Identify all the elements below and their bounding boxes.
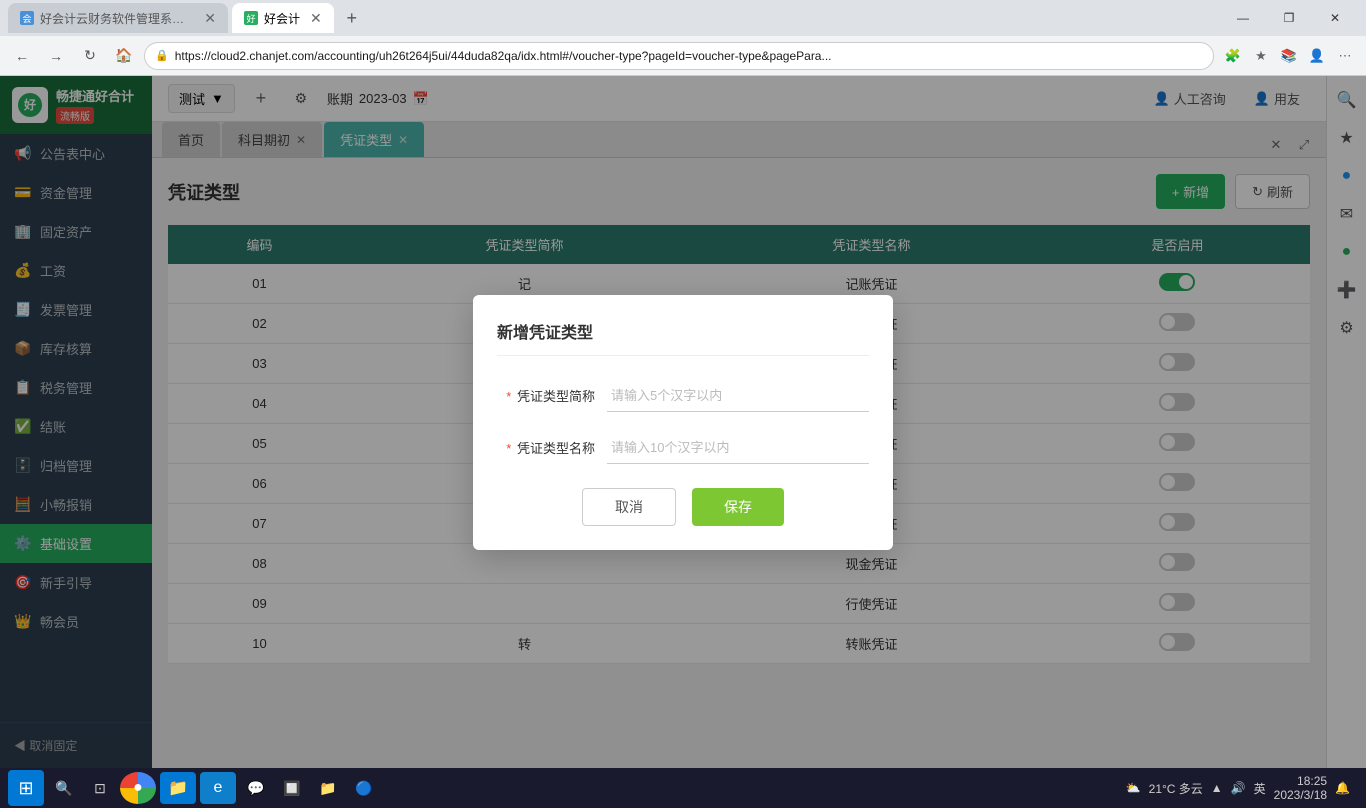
taskbar-chrome[interactable]: ● — [120, 772, 156, 804]
new-tab-button[interactable]: + — [338, 4, 366, 32]
dialog-title: 新增凭证类型 — [497, 319, 869, 356]
dialog-overlay: 新增凭证类型 * 凭证类型简称 * 凭证类型名称 取消 保存 — [0, 76, 1366, 768]
full-name-input[interactable] — [607, 432, 869, 464]
taskbar-task-view[interactable]: ⊡ — [84, 772, 116, 804]
chrome-icon: ● — [133, 779, 143, 797]
taskbar-wechat[interactable]: 💬 — [240, 772, 272, 804]
browser-tab-2[interactable]: 好 好会计 ✕ — [232, 3, 334, 33]
taskbar-app5[interactable]: 🔲 — [276, 772, 308, 804]
home-button[interactable]: 🏠 — [110, 42, 138, 70]
taskbar-app6[interactable]: 📁 — [312, 772, 344, 804]
taskbar-date: 2023/3/18 — [1274, 788, 1327, 802]
browser-chrome: 会 好会计云财务软件管理系统_会计 ✕ 好 好会计 ✕ + — ❐ ✕ ← → … — [0, 0, 1366, 76]
account-button[interactable]: 👤 — [1304, 43, 1330, 69]
cancel-button[interactable]: 取消 — [582, 488, 676, 526]
taskbar-file-explorer[interactable]: 📁 — [160, 772, 196, 804]
network-icon: ▲ — [1211, 781, 1223, 795]
short-name-input[interactable] — [607, 380, 869, 412]
tab-favicon-1: 会 — [20, 11, 34, 25]
form-row-full-name: * 凭证类型名称 — [497, 432, 869, 464]
taskbar-time-block: 18:25 2023/3/18 — [1274, 774, 1327, 802]
taskbar: ⊞ 🔍 ⊡ ● 📁 e 💬 🔲 📁 🔵 ⛅ 21°C 多云 ▲ 🔊 英 18:2… — [0, 768, 1366, 808]
dialog-footer: 取消 保存 — [497, 488, 869, 526]
full-name-label-text: 凭证类型名称 — [517, 441, 595, 456]
url-box[interactable]: 🔒 https://cloud2.chanjet.com/accounting/… — [144, 42, 1214, 70]
address-bar: ← → ↻ 🏠 🔒 https://cloud2.chanjet.com/acc… — [0, 36, 1366, 76]
input-method: 英 — [1254, 780, 1266, 797]
lock-icon: 🔒 — [155, 49, 169, 62]
forward-button[interactable]: → — [42, 42, 70, 70]
taskbar-search[interactable]: 🔍 — [48, 772, 80, 804]
short-name-label-text: 凭证类型简称 — [517, 389, 595, 404]
volume-icon: 🔊 — [1231, 781, 1246, 795]
browser-tab-1[interactable]: 会 好会计云财务软件管理系统_会计 ✕ — [8, 3, 228, 33]
extensions-button[interactable]: 🧩 — [1220, 43, 1246, 69]
close-button[interactable]: ✕ — [1312, 0, 1358, 36]
required-star-2: * — [506, 441, 511, 456]
tab-title-2: 好会计 — [264, 10, 300, 27]
tab-close-2[interactable]: ✕ — [310, 10, 322, 27]
notification-icon[interactable]: 🔔 — [1335, 781, 1350, 795]
restore-button[interactable]: ❐ — [1266, 0, 1312, 36]
taskbar-right: ⛅ 21°C 多云 ▲ 🔊 英 18:25 2023/3/18 🔔 — [1126, 774, 1358, 802]
tab-close-1[interactable]: ✕ — [204, 10, 216, 27]
toolbar-right: 🧩 ★ 📚 👤 ⋯ — [1220, 43, 1358, 69]
full-name-label: * 凭证类型名称 — [497, 438, 607, 457]
required-star-1: * — [506, 389, 511, 404]
short-name-label: * 凭证类型简称 — [497, 386, 607, 405]
form-row-short-name: * 凭证类型简称 — [497, 380, 869, 412]
weather-icon: ⛅ — [1126, 781, 1141, 795]
taskbar-time: 18:25 — [1274, 774, 1327, 788]
tab-bar: 会 好会计云财务软件管理系统_会计 ✕ 好 好会计 ✕ + — ❐ ✕ — [0, 0, 1366, 36]
taskbar-app7[interactable]: 🔵 — [348, 772, 380, 804]
file-explorer-icon: 📁 — [168, 778, 188, 798]
taskbar-edge[interactable]: e — [200, 772, 236, 804]
tab-title-1: 好会计云财务软件管理系统_会计 — [40, 10, 194, 27]
back-button[interactable]: ← — [8, 42, 36, 70]
menu-button[interactable]: ⋯ — [1332, 43, 1358, 69]
favorites-button[interactable]: ★ — [1248, 43, 1274, 69]
url-text: https://cloud2.chanjet.com/accounting/uh… — [175, 49, 1203, 63]
tab-favicon-2: 好 — [244, 11, 258, 25]
window-controls: — ❐ ✕ — [1220, 0, 1358, 36]
save-button[interactable]: 保存 — [692, 488, 784, 526]
start-button[interactable]: ⊞ — [8, 770, 44, 806]
add-voucher-type-dialog: 新增凭证类型 * 凭证类型简称 * 凭证类型名称 取消 保存 — [473, 295, 893, 550]
collections-button[interactable]: 📚 — [1276, 43, 1302, 69]
edge-icon: e — [214, 779, 223, 797]
weather-temp: 21°C 多云 — [1149, 780, 1203, 797]
minimize-button[interactable]: — — [1220, 0, 1266, 36]
refresh-button[interactable]: ↻ — [76, 42, 104, 70]
